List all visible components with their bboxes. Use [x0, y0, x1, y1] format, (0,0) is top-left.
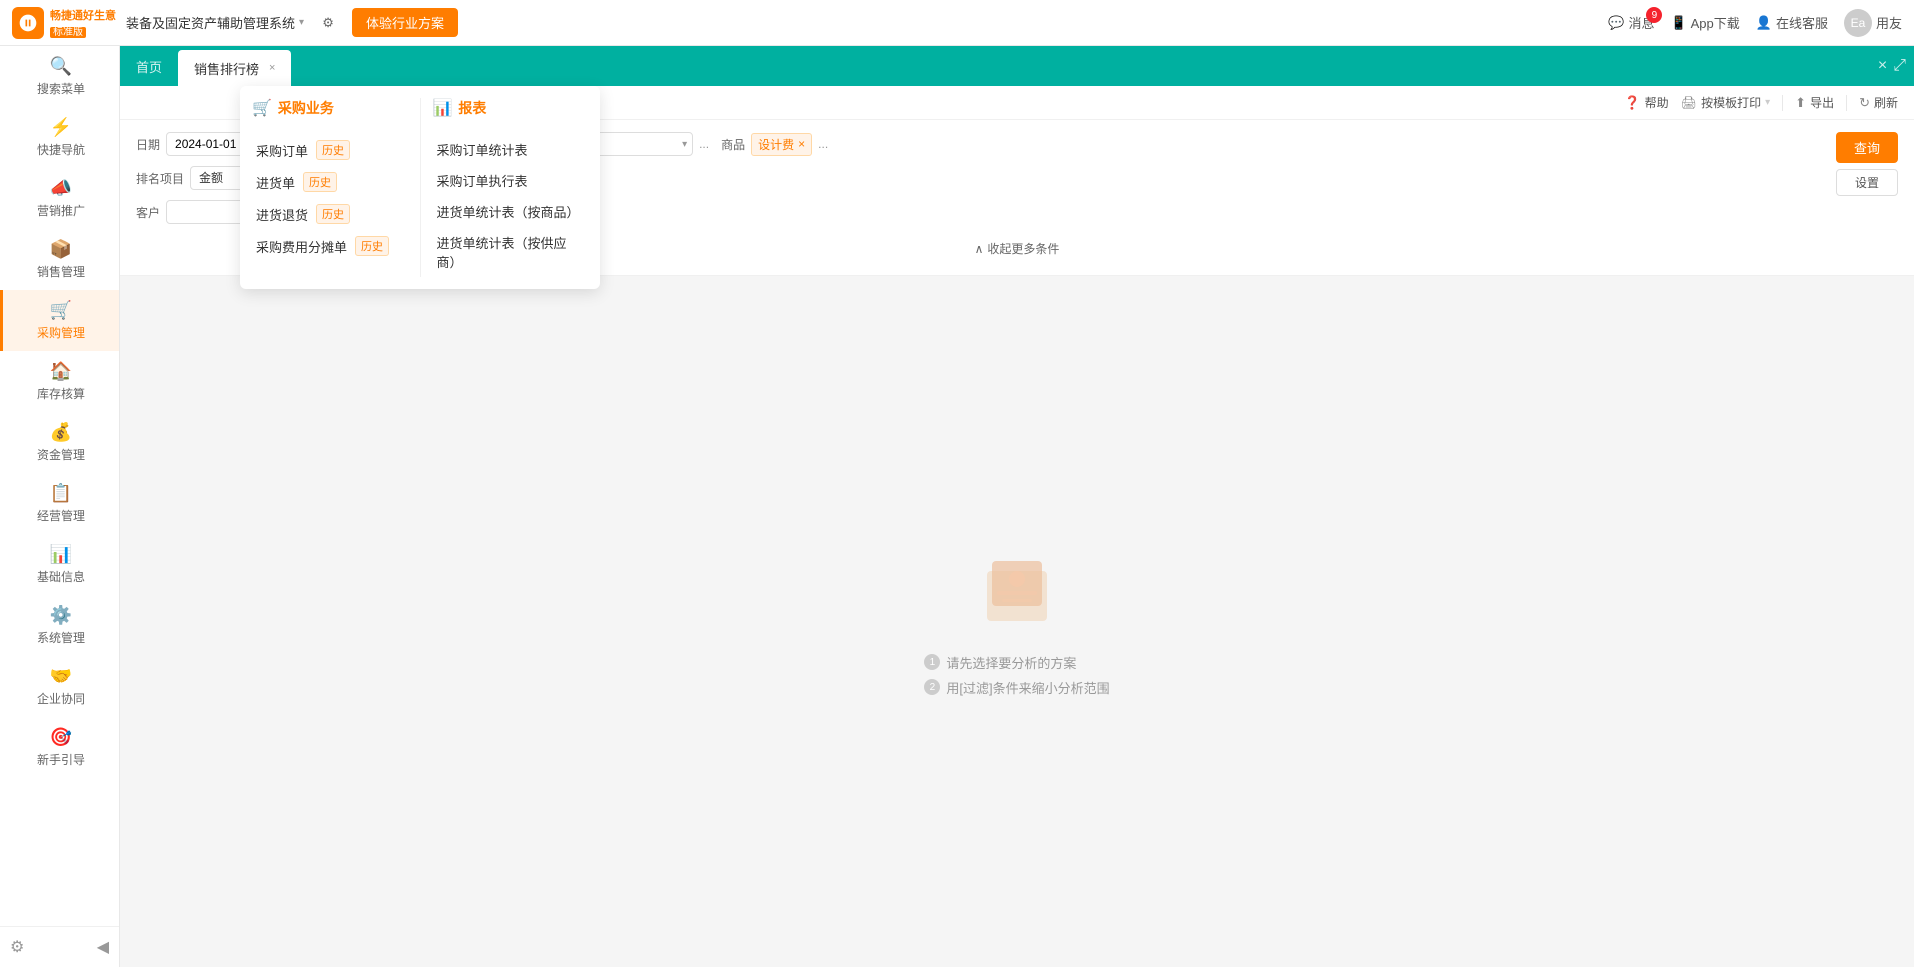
- industry-btn[interactable]: 体验行业方案: [352, 8, 458, 37]
- basic-info-icon: 📊: [50, 544, 72, 565]
- service-icon: 👤: [1756, 15, 1772, 31]
- content-area: 首页 销售排行榜 × × ⤢ ❓ 帮助 🖨: [120, 46, 1914, 967]
- report-section-header: 📊 报表: [433, 98, 589, 124]
- logo-area: 畅捷通好生意 标准版: [12, 7, 116, 39]
- guide-icon: 🎯: [50, 727, 72, 748]
- message-icon: 💬: [1608, 15, 1624, 31]
- menu-item-order-exec[interactable]: 采购订单执行表: [433, 165, 589, 196]
- sidebar-item-enterprise[interactable]: 🤝 企业协同: [0, 656, 119, 717]
- menu-item-return[interactable]: 进货退货 历史: [252, 198, 408, 230]
- report-menu-section: 📊 报表 采购订单统计表 采购订单执行表 进货单统计表（按商品） 进货单统计表（…: [433, 98, 589, 277]
- menu-item-order-stats[interactable]: 采购订单统计表: [433, 134, 589, 165]
- logo-icon: [12, 7, 44, 39]
- operations-icon: 📋: [50, 483, 72, 504]
- avatar: Ea: [1844, 9, 1872, 37]
- system-icon: ⚙️: [50, 605, 72, 626]
- logo-text: 畅捷通好生意 标准版: [50, 7, 116, 38]
- sidebar-item-quick-nav[interactable]: ⚡ 快捷导航: [0, 107, 119, 168]
- sidebar: 🔍 搜索菜单 ⚡ 快捷导航 📣 营销推广 📦 销售管理 🛒 采购管理: [0, 46, 120, 967]
- messages-btn[interactable]: 💬 消息 9: [1608, 13, 1654, 32]
- sidebar-collapse-btn[interactable]: ◀: [97, 937, 109, 957]
- phone-icon: 📱: [1670, 15, 1686, 31]
- system-dropdown-arrow[interactable]: ▾: [299, 17, 304, 28]
- menu-divider: [420, 98, 421, 277]
- quick-nav-icon: ⚡: [50, 117, 72, 138]
- menu-item-purchase-order[interactable]: 采购订单 历史: [252, 134, 408, 166]
- top-bar-right: 💬 消息 9 📱 App下载 👤 在线客服 Ea 用友: [1608, 9, 1902, 37]
- sidebar-settings-btn[interactable]: ⚙: [10, 937, 24, 957]
- online-service-btn[interactable]: 👤 在线客服: [1756, 13, 1828, 32]
- sidebar-item-operations[interactable]: 📋 经营管理: [0, 473, 119, 534]
- settings-icon-btn[interactable]: ⚙: [314, 9, 342, 37]
- system-name: 装备及固定资产辅助管理系统 ▾: [126, 13, 304, 32]
- menu-item-receive-by-supplier[interactable]: 进货单统计表（按供应商）: [433, 227, 589, 277]
- sidebar-item-guide[interactable]: 🎯 新手引导: [0, 717, 119, 778]
- purchase-section-header: 🛒 采购业务: [252, 98, 408, 124]
- sidebar-item-basic-info[interactable]: 📊 基础信息: [0, 534, 119, 595]
- sidebar-footer: ⚙ ◀: [0, 926, 119, 967]
- inventory-icon: 🏠: [50, 361, 72, 382]
- dropdown-menu: 🛒 采购业务 采购订单 历史 进货单 历史 进货退货 历史: [240, 86, 600, 289]
- sidebar-item-finance[interactable]: 💰 资金管理: [0, 412, 119, 473]
- messages-badge: 9: [1646, 7, 1662, 23]
- sidebar-item-sales[interactable]: 📦 销售管理: [0, 229, 119, 290]
- purchase-menu-section: 🛒 采购业务 采购订单 历史 进货单 历史 进货退货 历史: [252, 98, 408, 277]
- purchase-icon: 🛒: [50, 300, 72, 321]
- sales-icon: 📦: [50, 239, 72, 260]
- search-icon: 🔍: [50, 56, 72, 77]
- sidebar-item-inventory[interactable]: 🏠 库存核算: [0, 351, 119, 412]
- app-download-btn[interactable]: 📱 App下载: [1670, 13, 1739, 32]
- user-btn[interactable]: Ea 用友: [1844, 9, 1902, 37]
- sidebar-item-purchase[interactable]: 🛒 采购管理: [0, 290, 119, 351]
- purchase-section-icon: 🛒: [252, 98, 272, 118]
- marketing-icon: 📣: [50, 178, 72, 199]
- enterprise-icon: 🤝: [50, 666, 72, 687]
- sidebar-nav: 🔍 搜索菜单 ⚡ 快捷导航 📣 营销推广 📦 销售管理 🛒 采购管理: [0, 46, 119, 926]
- menu-item-receive-by-goods[interactable]: 进货单统计表（按商品）: [433, 196, 589, 227]
- sidebar-item-marketing[interactable]: 📣 营销推广: [0, 168, 119, 229]
- report-section-icon: 📊: [433, 98, 453, 118]
- finance-icon: 💰: [50, 422, 72, 443]
- top-bar: 畅捷通好生意 标准版 装备及固定资产辅助管理系统 ▾ ⚙ 体验行业方案 💬 消息…: [0, 0, 1914, 46]
- menu-item-receive[interactable]: 进货单 历史: [252, 166, 408, 198]
- menu-item-expense[interactable]: 采购费用分摊单 历史: [252, 230, 408, 262]
- sidebar-item-system[interactable]: ⚙️ 系统管理: [0, 595, 119, 656]
- sidebar-item-search[interactable]: 🔍 搜索菜单: [0, 46, 119, 107]
